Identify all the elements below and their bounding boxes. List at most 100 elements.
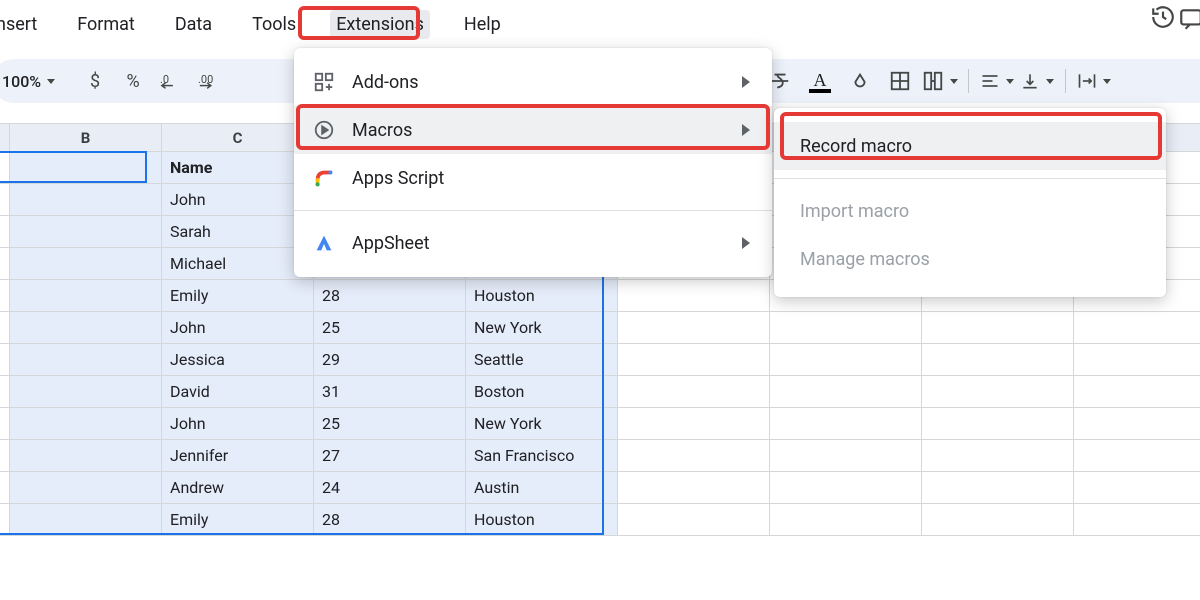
cell[interactable] [10,216,162,248]
cell[interactable]: New York [466,408,618,440]
cell[interactable]: 28 [314,504,466,536]
row-header[interactable] [0,408,10,440]
cell[interactable] [1074,408,1200,440]
cell[interactable]: 25 [314,408,466,440]
cell[interactable] [10,376,162,408]
vertical-align-button[interactable] [1019,63,1055,99]
cell[interactable] [922,376,1074,408]
cell[interactable] [770,440,922,472]
cell[interactable] [770,472,922,504]
cell[interactable] [618,280,770,312]
cell[interactable] [10,280,162,312]
row-header[interactable] [0,472,10,504]
cell[interactable] [922,312,1074,344]
cell[interactable] [10,312,162,344]
ext-menu-macros[interactable]: Macros [294,106,772,154]
cell[interactable] [770,312,922,344]
cell[interactable] [770,344,922,376]
cell[interactable] [618,440,770,472]
cell[interactable] [10,344,162,376]
cell[interactable]: Austin [466,472,618,504]
cell[interactable]: Houston [466,504,618,536]
cell[interactable]: Seattle [466,344,618,376]
cell[interactable] [618,312,770,344]
cell[interactable] [1074,504,1200,536]
cell[interactable] [1074,344,1200,376]
cell[interactable] [1074,312,1200,344]
cell[interactable] [922,504,1074,536]
cell[interactable]: 27 [314,440,466,472]
cell[interactable]: Emily [162,504,314,536]
percent-button[interactable]: % [115,63,151,99]
row-header[interactable] [0,504,10,536]
cell[interactable] [10,184,162,216]
cell[interactable]: 31 [314,376,466,408]
cell[interactable]: Jennifer [162,440,314,472]
text-color-button[interactable]: A [802,63,838,99]
cell[interactable]: Andrew [162,472,314,504]
cell[interactable] [922,472,1074,504]
borders-button[interactable] [882,63,918,99]
cell[interactable]: John [162,312,314,344]
increase-decimal-button[interactable]: .00 [191,63,227,99]
currency-button[interactable]: $ [77,63,113,99]
menu-format[interactable]: Format [71,10,141,39]
row-header[interactable] [0,216,10,248]
col-header[interactable]: C [162,124,314,152]
cell[interactable]: San Francisco [466,440,618,472]
cell[interactable]: David [162,376,314,408]
row-header[interactable] [0,184,10,216]
ext-menu-appsheet[interactable]: AppSheet [294,219,772,267]
ext-menu-add-ons[interactable]: Add-ons [294,58,772,106]
comments-icon[interactable] [1178,6,1200,32]
cell[interactable]: 28 [314,280,466,312]
cell[interactable] [618,504,770,536]
row-header[interactable] [0,376,10,408]
cell[interactable]: John [162,184,314,216]
cell[interactable] [618,376,770,408]
merge-button[interactable] [922,63,958,99]
ext-menu-apps-script[interactable]: Apps Script [294,154,772,202]
cell[interactable] [922,408,1074,440]
cell[interactable] [618,408,770,440]
cell[interactable]: Name [162,152,314,184]
cell[interactable] [922,344,1074,376]
menu-tools[interactable]: Tools [246,10,302,39]
cell[interactable]: Houston [466,280,618,312]
row-header[interactable] [0,152,10,184]
row-header[interactable] [0,312,10,344]
macros-record-macro[interactable]: Record macro [774,122,1166,170]
menu-help[interactable]: Help [458,10,507,39]
zoom-dropdown[interactable]: 100% [0,63,61,99]
cell[interactable] [618,472,770,504]
decrease-decimal-button[interactable]: .0 [153,63,189,99]
cell[interactable]: 25 [314,312,466,344]
cell[interactable] [618,344,770,376]
cell[interactable]: 29 [314,344,466,376]
cell[interactable] [10,504,162,536]
cell[interactable]: Emily [162,280,314,312]
menu-insert[interactable]: nsert [0,10,43,39]
row-header[interactable] [0,440,10,472]
col-header[interactable]: B [10,124,162,152]
cell[interactable]: 24 [314,472,466,504]
cell[interactable] [10,440,162,472]
cell[interactable] [922,440,1074,472]
cell[interactable]: Sarah [162,216,314,248]
cell[interactable]: John [162,408,314,440]
cell[interactable] [1074,472,1200,504]
cell[interactable]: Michael [162,248,314,280]
cell[interactable]: Boston [466,376,618,408]
menu-data[interactable]: Data [169,10,218,39]
row-header[interactable] [0,344,10,376]
cell[interactable] [770,504,922,536]
cell[interactable]: Jessica [162,344,314,376]
cell[interactable] [10,408,162,440]
cell[interactable] [10,472,162,504]
corner-cell[interactable] [0,124,10,152]
cell[interactable] [1074,440,1200,472]
row-header[interactable] [0,248,10,280]
wrap-button[interactable] [1076,63,1112,99]
cell[interactable] [770,408,922,440]
horizontal-align-button[interactable] [979,63,1015,99]
